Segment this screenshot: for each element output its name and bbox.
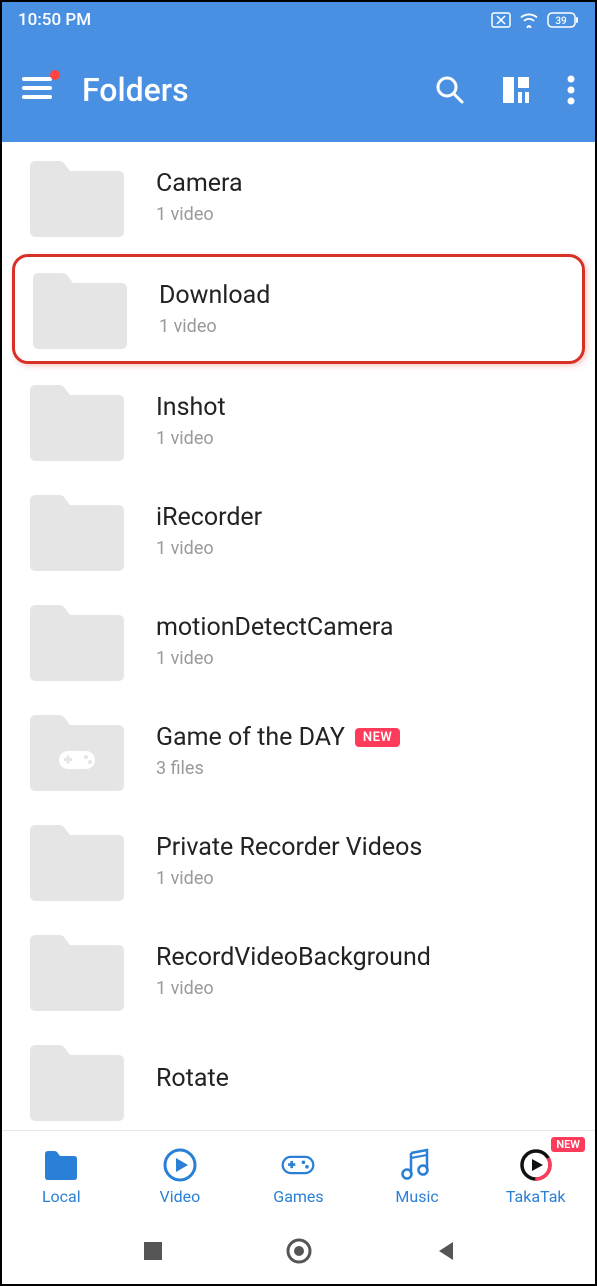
system-nav-bar bbox=[2, 1222, 595, 1284]
nav-label: Music bbox=[395, 1187, 438, 1206]
music-note-icon bbox=[399, 1147, 435, 1183]
folder-icon bbox=[26, 820, 128, 902]
folder-item-game-of-the-day[interactable]: Game of the DAY NEW 3 files bbox=[2, 696, 595, 806]
folder-count: 1 video bbox=[156, 648, 394, 669]
gamepad-icon bbox=[280, 1147, 316, 1183]
nav-music[interactable]: Music bbox=[358, 1131, 477, 1222]
back-button[interactable] bbox=[433, 1239, 457, 1263]
folder-name: Inshot bbox=[156, 393, 226, 422]
nav-takatak[interactable]: NEW TakaTak bbox=[476, 1131, 595, 1222]
folder-count: 3 files bbox=[156, 758, 400, 779]
page-title: Folders bbox=[82, 71, 435, 109]
folder-item-recordvideobackground[interactable]: RecordVideoBackground 1 video bbox=[2, 916, 595, 1026]
folder-filled-icon bbox=[43, 1147, 79, 1183]
view-grid-icon[interactable] bbox=[501, 75, 531, 105]
folder-item-irecorder[interactable]: iRecorder 1 video bbox=[2, 476, 595, 586]
folder-list: Camera 1 video Download 1 video Inshot 1… bbox=[2, 142, 595, 1130]
folder-count: 1 video bbox=[156, 428, 226, 449]
wifi-icon bbox=[519, 12, 539, 28]
close-box-icon bbox=[491, 12, 511, 28]
folder-item-download[interactable]: Download 1 video bbox=[12, 254, 585, 364]
nav-video[interactable]: Video bbox=[121, 1131, 240, 1222]
folder-name: Game of the DAY bbox=[156, 723, 345, 752]
bottom-nav: Local Video Games Music NEW TakaTak bbox=[2, 1130, 595, 1222]
folder-icon bbox=[26, 710, 128, 792]
folder-name: Rotate bbox=[156, 1064, 229, 1093]
folder-name: Private Recorder Videos bbox=[156, 833, 422, 862]
folder-item-motiondetectcamera[interactable]: motionDetectCamera 1 video bbox=[2, 586, 595, 696]
folder-name: iRecorder bbox=[156, 503, 262, 532]
folder-icon bbox=[26, 156, 128, 238]
app-bar: Folders bbox=[2, 38, 595, 142]
recent-apps-button[interactable] bbox=[141, 1239, 165, 1263]
nav-label: TakaTak bbox=[506, 1187, 566, 1206]
nav-label: Video bbox=[160, 1187, 201, 1206]
nav-games[interactable]: Games bbox=[239, 1131, 358, 1222]
takatak-icon bbox=[518, 1147, 554, 1183]
folder-item-camera[interactable]: Camera 1 video bbox=[2, 142, 595, 252]
home-button[interactable] bbox=[285, 1237, 313, 1265]
folder-icon bbox=[26, 1040, 128, 1122]
battery-icon: 39 bbox=[547, 12, 579, 28]
folder-icon bbox=[29, 268, 131, 350]
folder-count: 1 video bbox=[156, 538, 262, 559]
folder-item-private-recorder-videos[interactable]: Private Recorder Videos 1 video bbox=[2, 806, 595, 916]
folder-name: Download bbox=[159, 281, 270, 310]
hamburger-menu-button[interactable] bbox=[22, 76, 52, 104]
folder-count: 1 video bbox=[156, 868, 422, 889]
folder-name: motionDetectCamera bbox=[156, 613, 394, 642]
new-badge: NEW bbox=[355, 728, 400, 747]
folder-count: 1 video bbox=[156, 978, 431, 999]
notification-dot-icon bbox=[50, 70, 60, 80]
folder-icon bbox=[26, 490, 128, 572]
folder-name: Camera bbox=[156, 169, 243, 198]
new-badge: NEW bbox=[551, 1137, 585, 1152]
folder-count: 1 video bbox=[159, 316, 270, 337]
status-icons: 39 bbox=[491, 12, 579, 28]
nav-local[interactable]: Local bbox=[2, 1131, 121, 1222]
status-time: 10:50 PM bbox=[18, 10, 91, 30]
more-options-icon[interactable] bbox=[567, 75, 575, 105]
hamburger-icon bbox=[22, 76, 52, 100]
folder-item-rotate[interactable]: Rotate bbox=[2, 1026, 595, 1130]
search-icon[interactable] bbox=[435, 75, 465, 105]
folder-icon bbox=[26, 600, 128, 682]
play-circle-icon bbox=[162, 1147, 198, 1183]
status-bar: 10:50 PM 39 bbox=[2, 2, 595, 38]
nav-label: Games bbox=[273, 1187, 323, 1206]
folder-count: 1 video bbox=[156, 204, 243, 225]
folder-name: RecordVideoBackground bbox=[156, 943, 431, 972]
folder-icon bbox=[26, 380, 128, 462]
svg-text:39: 39 bbox=[555, 16, 567, 27]
nav-label: Local bbox=[42, 1187, 81, 1206]
folder-item-inshot[interactable]: Inshot 1 video bbox=[2, 366, 595, 476]
folder-icon bbox=[26, 930, 128, 1012]
